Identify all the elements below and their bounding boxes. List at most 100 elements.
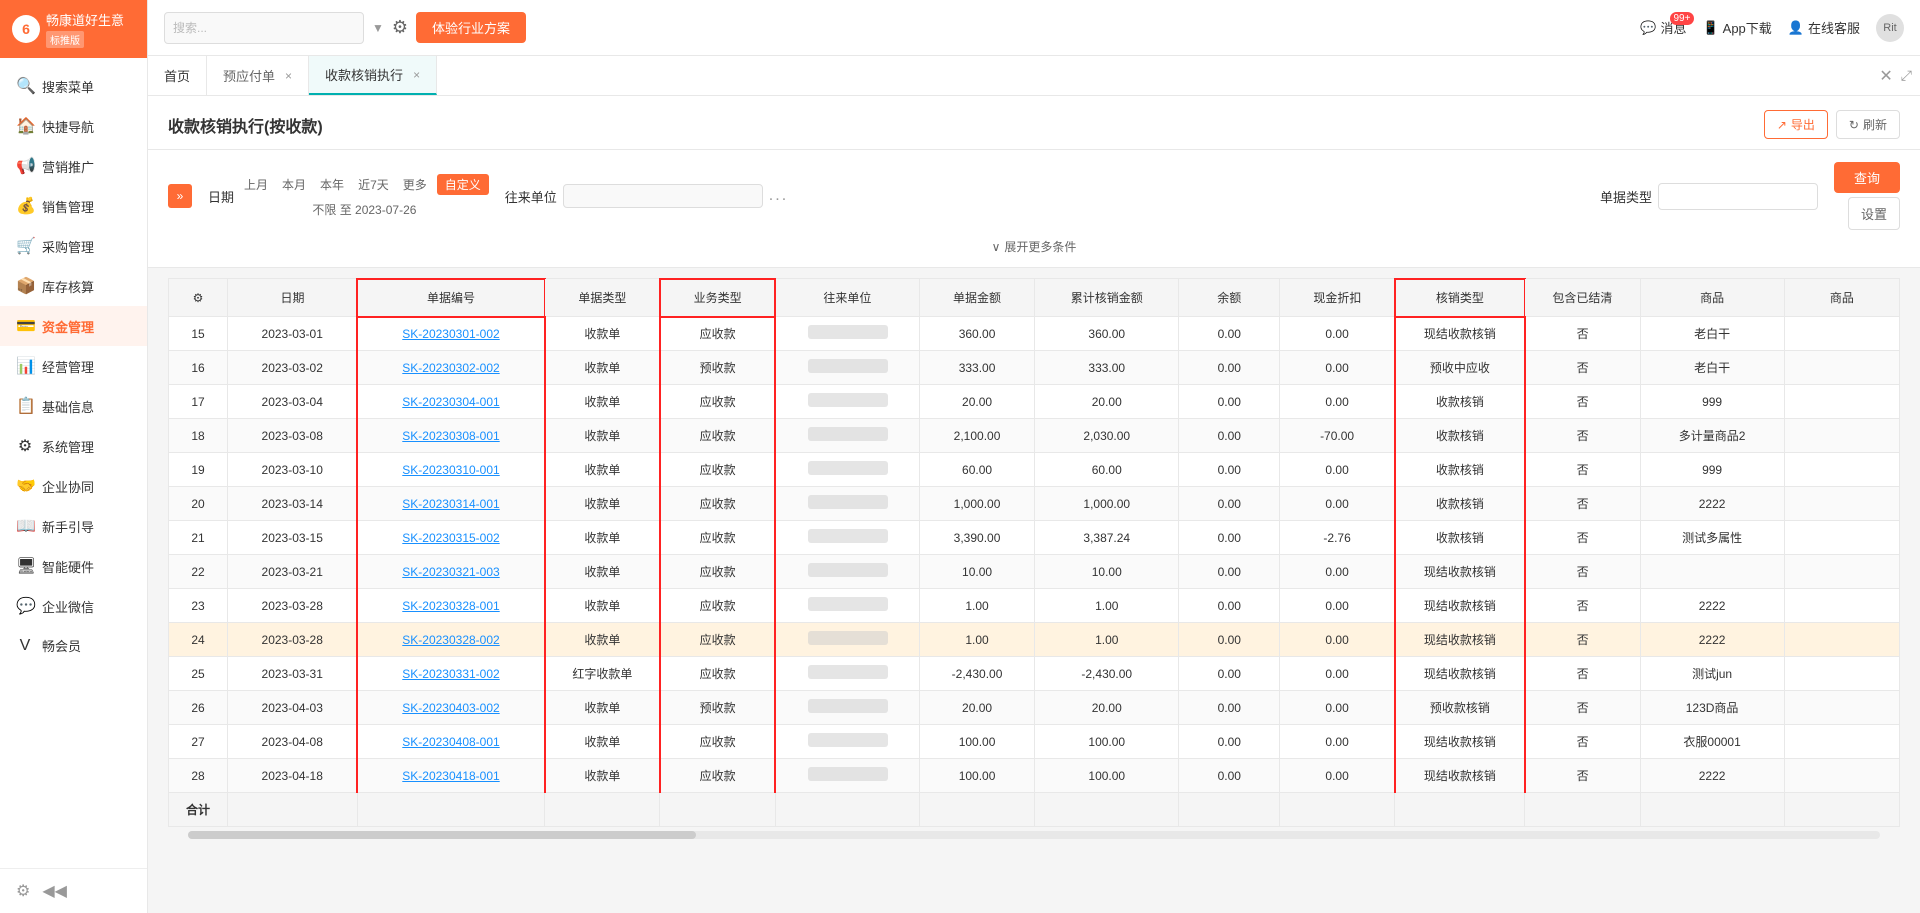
tab-home[interactable]: 首页 (148, 56, 207, 95)
scrollbar-thumb[interactable] (188, 831, 696, 839)
doc-no-link[interactable]: SK-20230310-001 (402, 463, 499, 477)
collapse-icon[interactable]: ◀◀ (42, 881, 67, 901)
sidebar-item-basic[interactable]: 📋基础信息 (0, 386, 147, 426)
doc-no-link[interactable]: SK-20230315-002 (402, 531, 499, 545)
cell-discount: 0.00 (1280, 589, 1395, 623)
col-header-settings[interactable]: ⚙ (169, 279, 228, 317)
doc-no-link[interactable]: SK-20230403-002 (402, 701, 499, 715)
header-gear-icon[interactable]: ⚙ (392, 17, 408, 38)
cell-doc_no[interactable]: SK-20230314-001 (357, 487, 544, 521)
cell-discount: -2.76 (1280, 521, 1395, 555)
sidebar-item-finance[interactable]: 💳资金管理 (0, 306, 147, 346)
cell-doc_no[interactable]: SK-20230408-001 (357, 725, 544, 759)
cell-biz_type: 应收款 (660, 725, 775, 759)
date-btn-prev-month[interactable]: 上月 (240, 174, 272, 195)
settings-gear-icon[interactable]: ⚙ (16, 881, 30, 901)
cell-unit (775, 555, 919, 589)
sidebar-item-system[interactable]: ⚙系统管理 (0, 426, 147, 466)
cell-doc_no[interactable]: SK-20230321-003 (357, 555, 544, 589)
cell-doc_no[interactable]: SK-20230328-002 (357, 623, 544, 657)
cell-amount: 360.00 (919, 317, 1034, 351)
cell-settings: 19 (169, 453, 228, 487)
date-btn-more[interactable]: 更多 (399, 174, 431, 195)
tab-close-prepay[interactable]: × (285, 69, 292, 83)
header-dropdown-arrow[interactable]: ▼ (372, 21, 384, 35)
expand-btn[interactable]: ∨ 展开更多条件 (992, 238, 1077, 255)
tab-prepay[interactable]: 预应付单× (207, 56, 309, 95)
sidebar-item-sales[interactable]: 💰销售管理 (0, 186, 147, 226)
sidebar-item-operation[interactable]: 📊经营管理 (0, 346, 147, 386)
doc-no-link[interactable]: SK-20230408-001 (402, 735, 499, 749)
doc-no-link[interactable]: SK-20230328-001 (402, 599, 499, 613)
sidebar-item-search[interactable]: 🔍搜索菜单 (0, 66, 147, 106)
horizontal-scrollbar[interactable] (188, 831, 1880, 839)
cell-doc_no[interactable]: SK-20230308-001 (357, 419, 544, 453)
settings-col-icon[interactable]: ⚙ (193, 291, 204, 305)
doc-no-link[interactable]: SK-20230331-002 (402, 667, 499, 681)
col-header-doc_type: 单据类型 (545, 279, 660, 317)
cell-amount: -2,430.00 (919, 657, 1034, 691)
tab-close-all-icon[interactable]: ✕ (1879, 66, 1892, 86)
tab-close-collection[interactable]: × (413, 68, 420, 82)
query-btn[interactable]: 查询 (1834, 162, 1900, 193)
filter-settings-btn[interactable]: 设置 (1848, 197, 1900, 230)
cell-doc_no[interactable]: SK-20230302-002 (357, 351, 544, 385)
doc-no-link[interactable]: SK-20230321-003 (402, 565, 499, 579)
cell-doc_no[interactable]: SK-20230315-002 (357, 521, 544, 555)
cell-goods: 123D商品 (1640, 691, 1784, 725)
total-cell-doc_no (357, 793, 544, 827)
sidebar-item-marketing[interactable]: 📢营销推广 (0, 146, 147, 186)
sidebar-item-hardware[interactable]: 🖥智能硬件 (0, 546, 147, 586)
cell-goods2 (1784, 419, 1899, 453)
cell-doc_no[interactable]: SK-20230403-002 (357, 691, 544, 725)
cell-doc_no[interactable]: SK-20230304-001 (357, 385, 544, 419)
unit-input[interactable] (563, 184, 763, 208)
doc-no-link[interactable]: SK-20230301-002 (402, 327, 499, 341)
date-btn-cur-month[interactable]: 本月 (278, 174, 310, 195)
type-select[interactable] (1658, 183, 1818, 210)
cell-included: 否 (1525, 759, 1640, 793)
header-search-box[interactable]: 搜索... (164, 12, 364, 44)
doc-no-link[interactable]: SK-20230302-002 (402, 361, 499, 375)
cell-write_off: 3,387.24 (1035, 521, 1179, 555)
sidebar-item-inventory[interactable]: 📦库存核算 (0, 266, 147, 306)
header-msg[interactable]: 💬 消息 99+ (1640, 18, 1686, 37)
date-btn-7days[interactable]: 近7天 (354, 174, 393, 195)
tab-expand-icon[interactable]: ⤢ (1901, 67, 1912, 84)
sidebar-item-quicknav[interactable]: 🏠快捷导航 (0, 106, 147, 146)
cell-doc_no[interactable]: SK-20230331-002 (357, 657, 544, 691)
doc-no-link[interactable]: SK-20230418-001 (402, 769, 499, 783)
cell-date: 2023-04-18 (228, 759, 358, 793)
sidebar-item-wechat[interactable]: 💬企业微信 (0, 586, 147, 626)
cell-doc_no[interactable]: SK-20230310-001 (357, 453, 544, 487)
date-btn-custom[interactable]: 自定义 (437, 174, 489, 195)
sidebar-item-enterprise[interactable]: 🤝企业协同 (0, 466, 147, 506)
header-app[interactable]: 📱 App下载 (1702, 18, 1771, 37)
filter-toggle[interactable]: » (168, 184, 192, 208)
doc-no-link[interactable]: SK-20230304-001 (402, 395, 499, 409)
sidebar-item-member[interactable]: V畅会员 (0, 626, 147, 665)
header-avatar[interactable]: Rit (1876, 14, 1904, 42)
cell-doc_no[interactable]: SK-20230328-001 (357, 589, 544, 623)
doc-no-link[interactable]: SK-20230328-002 (402, 633, 499, 647)
cell-discount: -70.00 (1280, 419, 1395, 453)
cell-settings: 24 (169, 623, 228, 657)
cell-cancel_type: 收款核销 (1395, 487, 1525, 521)
cell-doc_no[interactable]: SK-20230418-001 (357, 759, 544, 793)
sidebar-item-purchase[interactable]: 🛒采购管理 (0, 226, 147, 266)
date-btn-year[interactable]: 本年 (316, 174, 348, 195)
cell-cancel_type: 现结收款核销 (1395, 657, 1525, 691)
filter-dots[interactable]: ... (769, 187, 788, 205)
refresh-btn[interactable]: ↻ 刷新 (1836, 110, 1900, 139)
export-btn[interactable]: ↗ 导出 (1764, 110, 1828, 139)
tab-collection[interactable]: 收款核销执行× (309, 56, 437, 95)
doc-no-link[interactable]: SK-20230308-001 (402, 429, 499, 443)
cell-doc_no[interactable]: SK-20230301-002 (357, 317, 544, 351)
cell-date: 2023-03-01 (228, 317, 358, 351)
sidebar-item-guide[interactable]: 📖新手引导 (0, 506, 147, 546)
header-service[interactable]: 👤 在线客服 (1788, 18, 1860, 37)
doc-no-link[interactable]: SK-20230314-001 (402, 497, 499, 511)
cell-goods: 2222 (1640, 759, 1784, 793)
industry-btn[interactable]: 体验行业方案 (416, 12, 526, 43)
cell-doc_type: 收款单 (545, 351, 660, 385)
